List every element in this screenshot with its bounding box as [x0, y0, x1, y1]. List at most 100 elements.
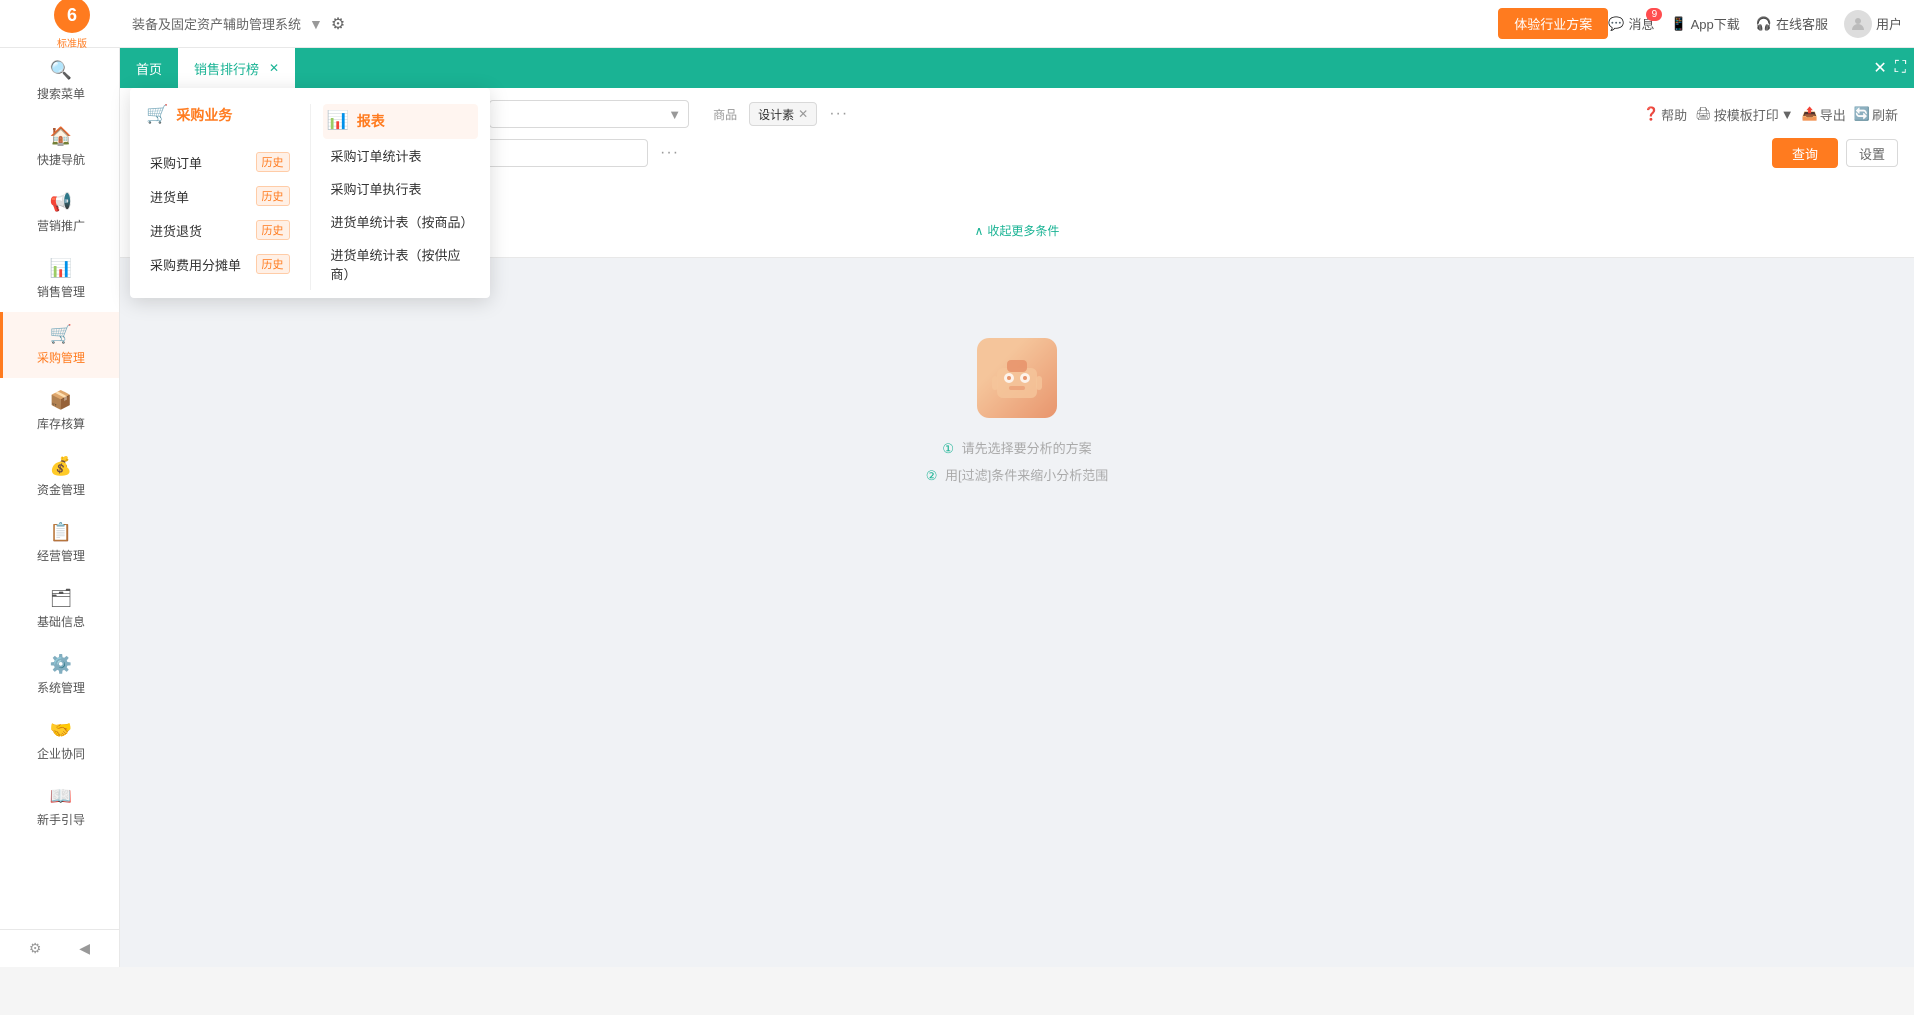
salesman-input[interactable] — [468, 139, 648, 167]
sidebar-label-sales: 销售管理 — [37, 283, 85, 300]
dropdown-item-receipt-goods[interactable]: 进货单统计表（按商品） — [327, 205, 475, 238]
purchase-section-col: 🛒 采购业务 采购订单 历史 进货单 历史 进货退货 历史 采购费用分摊单 历史 — [130, 104, 310, 290]
tab-close-icon[interactable]: ✕ — [269, 61, 279, 75]
user-label: 用户 — [1876, 14, 1902, 33]
sidebar-item-marketing[interactable]: 📢 营销推广 — [0, 180, 119, 246]
doc-status-select[interactable] — [489, 100, 689, 128]
empty-hint-1: ① 请先选择要分析的方案 — [942, 438, 1091, 457]
system-name: 装备及固定资产辅助管理系统 — [132, 14, 301, 33]
search-icon: 🔍 — [50, 60, 72, 81]
sidebar-item-sales[interactable]: 📊 销售管理 — [0, 246, 119, 312]
receipt-history-badge: 历史 — [256, 186, 290, 206]
sidebar: 🔍 搜索菜单 🏠 快捷导航 📢 营销推广 📊 销售管理 🛒 采购管理 📦 库存核… — [0, 48, 120, 967]
home-icon: 🏠 — [50, 126, 72, 147]
goods-tag-close-icon[interactable]: ✕ — [798, 107, 808, 121]
print-button[interactable]: 🖨 按模板打印 ▼ — [1695, 105, 1793, 124]
message-icon: 💬 — [1608, 16, 1624, 32]
dropdown-item-po-label: 采购订单 — [150, 153, 202, 172]
sidebar-item-system[interactable]: ⚙️ 系统管理 — [0, 642, 119, 708]
goods-more-icon[interactable]: ··· — [829, 105, 848, 123]
industry-button[interactable]: 体验行业方案 — [1498, 8, 1608, 39]
help-button[interactable]: ❓ 帮助 — [1643, 105, 1687, 124]
goods-label: 商品 — [713, 106, 737, 123]
dropdown-item-po[interactable]: 采购订单 历史 — [146, 145, 294, 179]
salesman-more-icon[interactable]: ··· — [660, 144, 679, 162]
dropdown-item-po-exec-label: 采购订单执行表 — [331, 179, 422, 198]
export-icon: 📤 — [1802, 106, 1818, 122]
guide-icon: 📖 — [50, 786, 72, 807]
dropdown-item-expense-label: 采购费用分摊单 — [150, 255, 241, 274]
collapse-sidebar-icon[interactable]: ◀ — [79, 940, 90, 957]
app-download-button[interactable]: 📱 App下载 — [1670, 14, 1739, 33]
dropdown-item-po-exec[interactable]: 采购订单执行表 — [327, 172, 475, 205]
user-button[interactable]: 用户 — [1844, 10, 1902, 38]
print-arrow-icon: ▼ — [1781, 107, 1794, 122]
refresh-button[interactable]: 🔄 刷新 — [1854, 105, 1898, 124]
sidebar-label-purchase: 采购管理 — [37, 349, 85, 366]
help-icon: ❓ — [1643, 106, 1659, 122]
settings-icon[interactable]: ⚙ — [29, 940, 42, 957]
online-service-button[interactable]: 🎧 在线客服 — [1756, 14, 1828, 33]
sidebar-label-search: 搜索菜单 — [37, 85, 85, 102]
sidebar-item-operations[interactable]: 📋 经营管理 — [0, 510, 119, 576]
sidebar-label-marketing: 营销推广 — [37, 217, 85, 234]
phone-icon: 📱 — [1670, 16, 1686, 32]
app-download-label: App下载 — [1691, 14, 1740, 33]
basic-info-icon: 🗂 — [50, 588, 73, 609]
settings-button[interactable]: 设置 — [1846, 139, 1898, 167]
print-icon: 🖨 — [1695, 106, 1712, 122]
logo-label: 标准版 — [57, 35, 87, 50]
tab-home-label: 首页 — [136, 59, 162, 78]
export-button[interactable]: 📤 导出 — [1802, 105, 1846, 124]
cooperation-icon: 🤝 — [50, 720, 72, 741]
goods-tag-value: 设计素 — [758, 106, 794, 123]
gear-icon[interactable]: ⚙ — [331, 14, 345, 34]
sidebar-item-guide[interactable]: 📖 新手引导 — [0, 774, 119, 840]
return-history-badge: 历史 — [256, 220, 290, 240]
headset-icon: 🎧 — [1756, 16, 1772, 32]
purchase-dropdown-menu: 🛒 采购业务 采购订单 历史 进货单 历史 进货退货 历史 采购费用分摊单 历史… — [130, 88, 490, 298]
collapse-button[interactable]: ∧ 收起更多条件 — [969, 216, 1066, 245]
system-title: 装备及固定资产辅助管理系统 ▼ ⚙ — [132, 14, 1498, 34]
inventory-icon: 📦 — [50, 390, 72, 411]
sidebar-label-basic-info: 基础信息 — [37, 613, 85, 630]
sidebar-item-quick-nav[interactable]: 🏠 快捷导航 — [0, 114, 119, 180]
messages-badge: 9 — [1646, 8, 1662, 21]
dropdown-item-return-label: 进货退货 — [150, 221, 202, 240]
tab-sales-rank[interactable]: 销售排行榜 ✕ — [178, 48, 295, 88]
sidebar-item-inventory[interactable]: 📦 库存核算 — [0, 378, 119, 444]
dropdown-item-receipt-supplier[interactable]: 进货单统计表（按供应商） — [327, 238, 475, 290]
tab-home[interactable]: 首页 — [120, 48, 178, 88]
query-button[interactable]: 查询 — [1772, 138, 1838, 168]
top-header: 6 标准版 装备及固定资产辅助管理系统 ▼ ⚙ 体验行业方案 💬 消息 9 📱 … — [0, 0, 1914, 48]
tab-close-all-icon[interactable]: ✕ — [1873, 58, 1886, 78]
sidebar-item-basic-info[interactable]: 🗂 基础信息 — [0, 576, 119, 642]
purchase-section-icon: 🛒 — [146, 104, 168, 125]
operations-icon: 📋 — [50, 522, 72, 543]
sidebar-item-search[interactable]: 🔍 搜索菜单 — [0, 48, 119, 114]
sidebar-item-finance[interactable]: 💰 资金管理 — [0, 444, 119, 510]
dropdown-arrow-icon[interactable]: ▼ — [309, 16, 323, 32]
sidebar-label-system: 系统管理 — [37, 679, 85, 696]
sidebar-label-guide: 新手引导 — [37, 811, 85, 828]
tab-expand-icon[interactable]: ⛶ — [1895, 59, 1906, 77]
logo-icon: 6 — [54, 0, 90, 33]
dropdown-item-return[interactable]: 进货退货 历史 — [146, 213, 294, 247]
sidebar-item-purchase[interactable]: 🛒 采购管理 — [0, 312, 119, 378]
toolbar-right: ❓ 帮助 🖨 按模板打印 ▼ 📤 导出 🔄 — [1643, 105, 1898, 124]
purchase-section-label: 采购业务 — [176, 105, 232, 125]
report-section-label: 报表 — [357, 111, 385, 131]
sidebar-item-cooperation[interactable]: 🤝 企业协同 — [0, 708, 119, 774]
user-avatar — [1844, 10, 1872, 38]
dropdown-item-receipt-label: 进货单 — [150, 187, 189, 206]
messages-button[interactable]: 💬 消息 9 — [1608, 14, 1654, 33]
online-service-label: 在线客服 — [1776, 14, 1828, 33]
collapse-up-icon: ∧ — [975, 224, 984, 238]
dropdown-item-po-stat[interactable]: 采购订单统计表 — [327, 139, 475, 172]
sales-icon: 📊 — [50, 258, 72, 279]
dropdown-item-receipt[interactable]: 进货单 历史 — [146, 179, 294, 213]
tab-sales-rank-label: 销售排行榜 — [194, 59, 259, 78]
dropdown-item-expense[interactable]: 采购费用分摊单 历史 — [146, 247, 294, 281]
dropdown-item-receipt-supplier-label: 进货单统计表（按供应商） — [331, 245, 471, 283]
sidebar-label-quick-nav: 快捷导航 — [37, 151, 85, 168]
